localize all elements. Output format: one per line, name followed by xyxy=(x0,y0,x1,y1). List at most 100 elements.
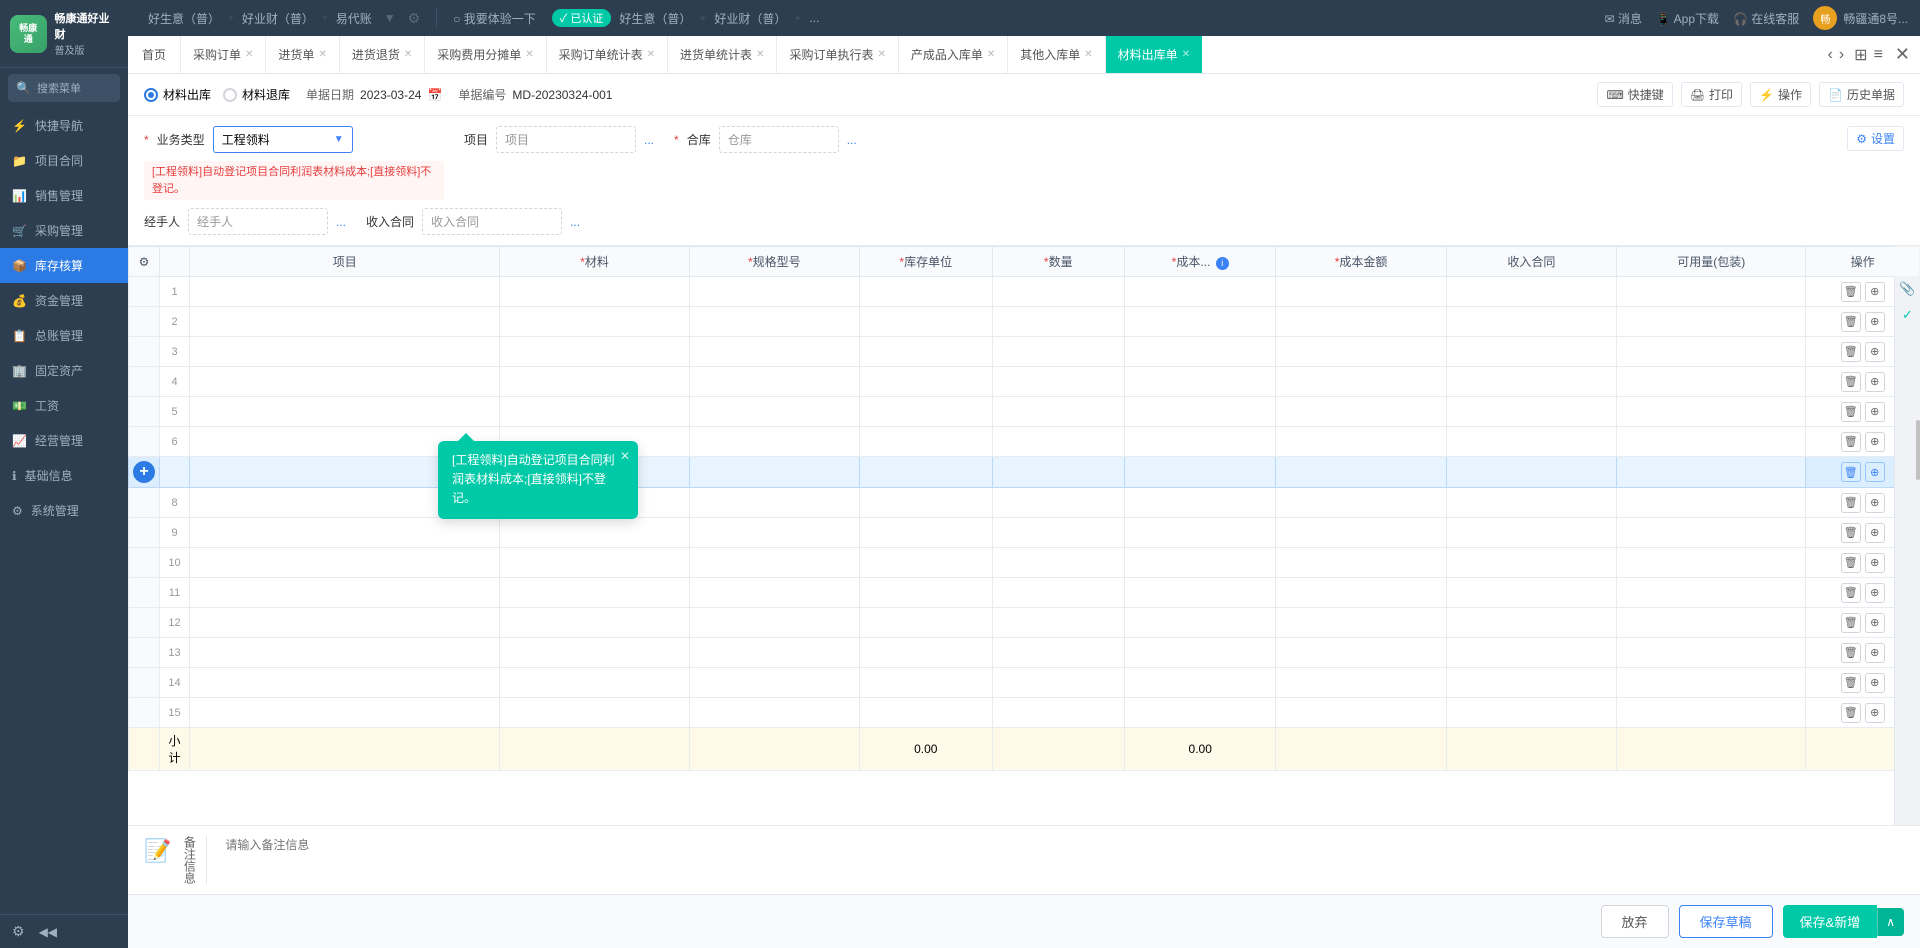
copy-row-3[interactable]: ⊕ xyxy=(1865,342,1885,362)
row-material-1[interactable] xyxy=(500,277,689,307)
add-row-btn[interactable]: + xyxy=(133,461,155,483)
tab-purchase-stats[interactable]: 采购订单统计表 ✕ xyxy=(547,36,668,74)
project-dots-btn[interactable]: ... xyxy=(644,133,654,147)
warehouse-input[interactable]: 仓库 xyxy=(719,126,839,153)
copy-row-2[interactable]: ⊕ xyxy=(1865,312,1885,332)
tab-close-finished[interactable]: ✕ xyxy=(987,49,995,60)
print-btn[interactable]: 🖨 打印 xyxy=(1681,82,1742,107)
copy-row-4[interactable]: ⊕ xyxy=(1865,372,1885,392)
warehouse-dots-btn[interactable]: ... xyxy=(847,133,857,147)
app-download-btn[interactable]: 📱 App下载 xyxy=(1656,10,1719,27)
right-panel-check-icon[interactable]: ✓ xyxy=(1897,304,1919,326)
tab-purchase-order[interactable]: 采购订单 ✕ xyxy=(181,36,266,74)
tab-close-return[interactable]: ✕ xyxy=(404,49,412,60)
delete-row-1[interactable]: 🗑 xyxy=(1841,282,1861,302)
tab-grid-view[interactable]: ⊞ xyxy=(1854,45,1867,65)
tab-list-view[interactable]: ≡ xyxy=(1874,46,1883,64)
sidebar-item-purchase[interactable]: 🛒 采购管理 xyxy=(0,213,128,248)
sidebar-item-salary[interactable]: 💵 工资 xyxy=(0,388,128,423)
row-cost-amt-1[interactable] xyxy=(1276,277,1446,307)
tab-finished-goods[interactable]: 产成品入库单 ✕ xyxy=(899,36,1008,74)
tab-next-btn[interactable]: › xyxy=(1839,46,1844,64)
tab-close-expense[interactable]: ✕ xyxy=(525,49,533,60)
copy-row-1[interactable]: ⊕ xyxy=(1865,282,1885,302)
biz-type-select[interactable]: 工程领料 ▼ xyxy=(213,126,353,153)
project-input[interactable]: 项目 xyxy=(496,126,636,153)
settings-btn[interactable]: ⚙ 设置 xyxy=(1847,126,1904,151)
sidebar-item-sales[interactable]: 📊 销售管理 xyxy=(0,178,128,213)
income-contract-dots[interactable]: ... xyxy=(570,215,580,229)
row-item-1[interactable] xyxy=(190,277,500,307)
tab-close-goods-stats[interactable]: ✕ xyxy=(756,49,764,60)
tab-goods-in[interactable]: 进货单 ✕ xyxy=(266,36,339,74)
income-contract-input[interactable]: 收入合同 xyxy=(422,208,562,235)
sidebar-item-ledger[interactable]: 📋 总账管理 xyxy=(0,318,128,353)
action-btn[interactable]: ⚡ 操作 xyxy=(1750,82,1811,107)
radio-material-return[interactable]: 材料退库 xyxy=(223,86,290,103)
copy-active-row[interactable]: ⊕ xyxy=(1865,462,1885,482)
discard-btn[interactable]: 放弃 xyxy=(1601,905,1669,938)
tab-purchase-exec[interactable]: 采购订单执行表 ✕ xyxy=(777,36,898,74)
sidebar-item-shortcuts[interactable]: ⚡ 快捷导航 xyxy=(0,108,128,143)
sidebar-item-system[interactable]: ⚙ 系统管理 xyxy=(0,493,128,528)
tab-close-stats[interactable]: ✕ xyxy=(647,49,655,60)
right-panel-attach-icon[interactable]: 📎 xyxy=(1897,278,1919,300)
handler-input[interactable]: 经手人 xyxy=(188,208,328,235)
calendar-icon[interactable]: 📅 xyxy=(427,88,442,102)
tab-purchase-expense[interactable]: 采购费用分摊单 ✕ xyxy=(425,36,546,74)
delete-row-4[interactable]: 🗑 xyxy=(1841,372,1861,392)
tab-other-in[interactable]: 其他入库单 ✕ xyxy=(1008,36,1105,74)
sidebar-item-project[interactable]: 📁 项目合同 xyxy=(0,143,128,178)
row-cost-1[interactable] xyxy=(1124,277,1275,307)
sidebar-item-base[interactable]: ℹ 基础信息 xyxy=(0,458,128,493)
sysbar-more[interactable]: ... xyxy=(801,11,827,25)
system-nav-good[interactable]: 好生意（普） xyxy=(140,10,228,27)
shortcut-btn[interactable]: ⌨ 快捷键 xyxy=(1597,82,1672,107)
tab-close-goods[interactable]: ✕ xyxy=(318,49,326,60)
delete-row-3[interactable]: 🗑 xyxy=(1841,342,1861,362)
add-row-item-input[interactable] xyxy=(164,465,185,479)
nav-more-btn[interactable]: ▼ xyxy=(380,11,400,25)
system-nav-financial[interactable]: 好业财（普） xyxy=(234,10,322,27)
save-new-arrow-btn[interactable]: ∧ xyxy=(1877,908,1904,936)
sidebar-item-finance[interactable]: 💰 资金管理 xyxy=(0,283,128,318)
system-nav-agent[interactable]: 易代账 xyxy=(328,10,380,27)
sysbar-good2[interactable]: 好生意（普） xyxy=(611,10,699,27)
radio-material-out[interactable]: 材料出库 xyxy=(144,86,211,103)
service-btn[interactable]: 🎧 在线客服 xyxy=(1733,10,1799,27)
tab-close-exec[interactable]: ✕ xyxy=(877,49,885,60)
collapse-icon[interactable]: ◀◀ xyxy=(39,925,57,939)
history-btn[interactable]: 📄 历史单据 xyxy=(1819,82,1904,107)
row-qty-1[interactable] xyxy=(992,277,1124,307)
user-profile[interactable]: 畅 畅疆通8号... xyxy=(1813,6,1908,30)
col-gear-header[interactable]: ⚙ xyxy=(129,247,160,277)
msg-btn[interactable]: ✉ 消息 xyxy=(1605,10,1642,27)
delete-row-2[interactable]: 🗑 xyxy=(1841,312,1861,332)
tab-close-purchase[interactable]: ✕ xyxy=(245,49,253,60)
sidebar-item-inventory[interactable]: 📦 库存核算 xyxy=(0,248,128,283)
tab-goods-stats[interactable]: 进货单统计表 ✕ xyxy=(668,36,777,74)
tab-prev-btn[interactable]: ‹ xyxy=(1828,46,1833,64)
handler-dots-btn[interactable]: ... xyxy=(336,215,346,229)
sysbar-fin2[interactable]: 好业财（普） xyxy=(706,10,794,27)
row-available-1[interactable] xyxy=(1617,277,1806,307)
tab-material-out[interactable]: 材料出库单 ✕ xyxy=(1106,36,1202,74)
delete-active-row[interactable]: 🗑 xyxy=(1841,462,1861,482)
settings-bottom-icon[interactable]: ⚙ xyxy=(12,923,25,940)
sidebar-item-assets[interactable]: 🏢 固定资产 xyxy=(0,353,128,388)
save-draft-btn[interactable]: 保存草稿 xyxy=(1679,905,1773,938)
tab-home[interactable]: 首页 xyxy=(128,36,181,74)
row-spec-1[interactable] xyxy=(689,277,859,307)
row-unit-1[interactable] xyxy=(860,277,992,307)
sidebar-search[interactable]: 🔍 搜索菜单 xyxy=(8,74,120,102)
tab-close-material[interactable]: ✕ xyxy=(1182,49,1190,60)
save-new-main-btn[interactable]: 保存&新增 xyxy=(1783,905,1878,938)
tooltip-close-btn[interactable]: ✕ xyxy=(620,447,630,466)
row-income-1[interactable] xyxy=(1446,277,1616,307)
tabs-close-all[interactable]: ✕ xyxy=(1895,44,1910,65)
cost-info-icon[interactable]: i xyxy=(1216,257,1229,270)
experience-btn[interactable]: ○ 我要体验一下 xyxy=(445,10,544,27)
sidebar-item-ops[interactable]: 📈 经营管理 xyxy=(0,423,128,458)
tab-close-other[interactable]: ✕ xyxy=(1084,49,1092,60)
tab-goods-return[interactable]: 进货退货 ✕ xyxy=(340,36,425,74)
